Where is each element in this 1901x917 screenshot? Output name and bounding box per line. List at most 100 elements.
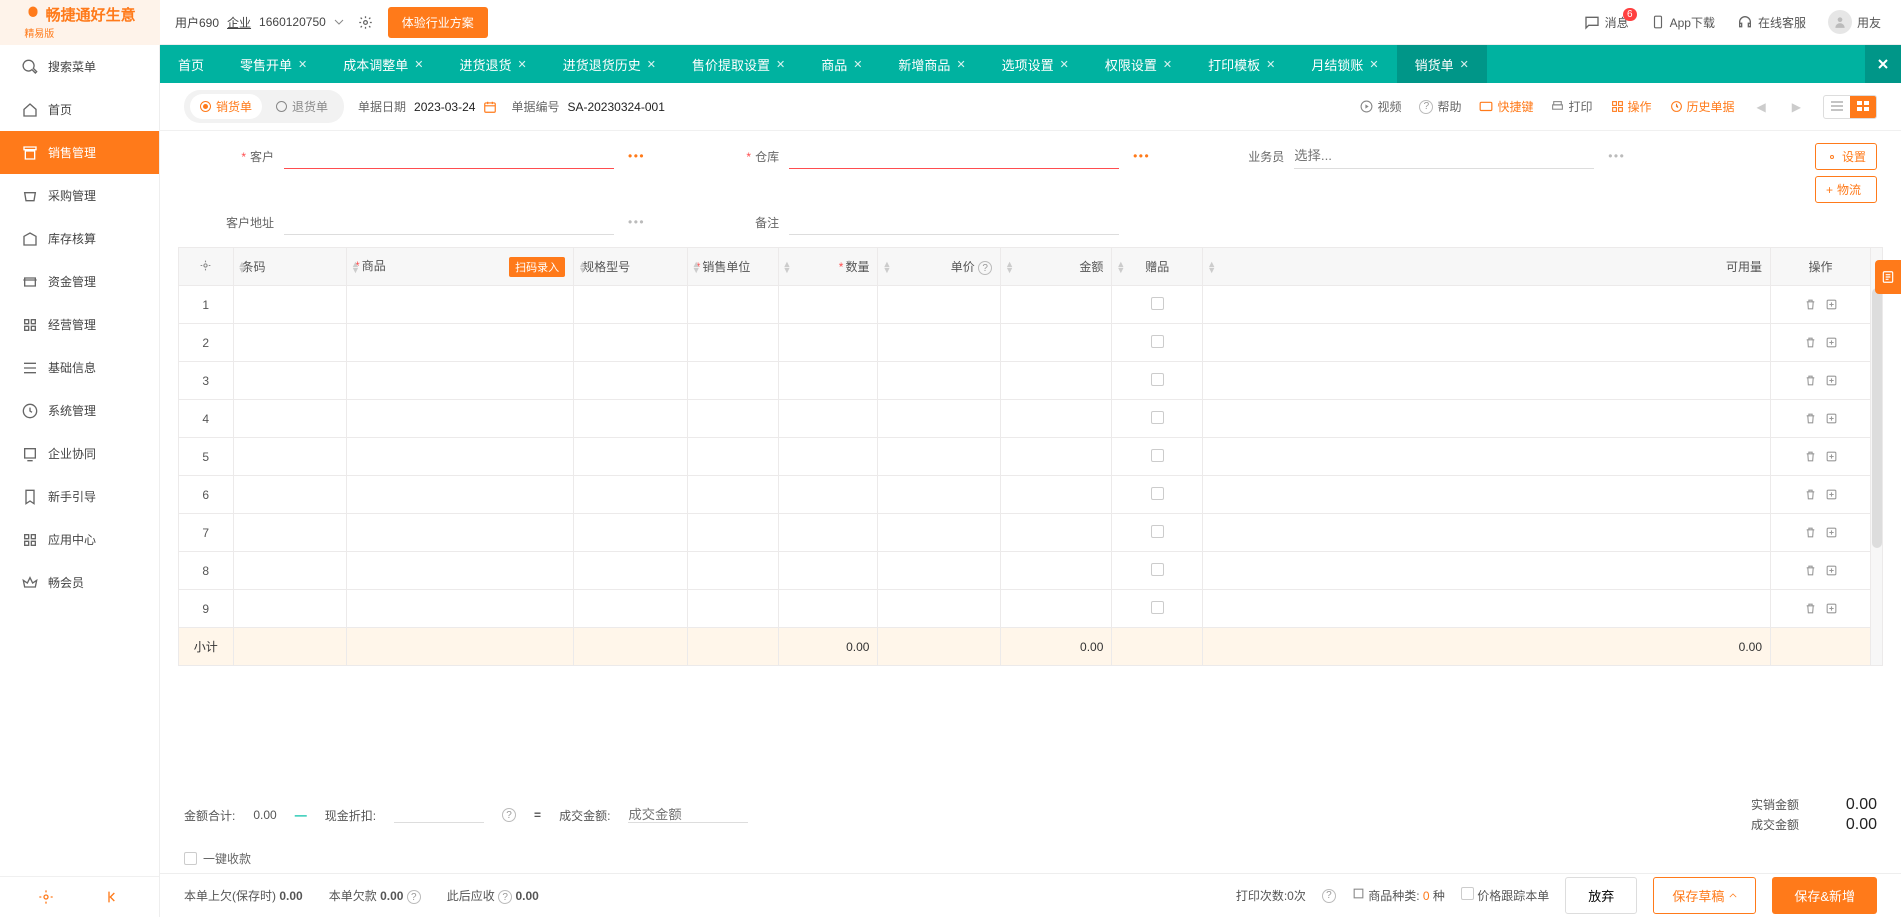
cell-spec[interactable] <box>574 438 688 476</box>
delete-row-icon[interactable] <box>1804 526 1817 539</box>
cell-unit[interactable] <box>687 286 778 324</box>
table-row[interactable]: 1 <box>179 286 1871 324</box>
sidebar-item-vip[interactable]: 畅会员 <box>0 561 159 604</box>
support-link[interactable]: 在线客服 <box>1737 14 1806 31</box>
cell-product[interactable] <box>347 514 574 552</box>
sidebar-item-collab[interactable]: 企业协同 <box>0 432 159 475</box>
float-feedback-button[interactable] <box>1875 260 1901 294</box>
grid-scrollbar[interactable] <box>1872 288 1882 548</box>
cell-unit[interactable] <box>687 438 778 476</box>
address-picker-icon[interactable]: ••• <box>624 215 649 229</box>
customer-picker-icon[interactable]: ••• <box>624 149 649 163</box>
cell-barcode[interactable] <box>233 514 347 552</box>
close-all-tabs-button[interactable] <box>1865 45 1901 83</box>
cell-gift[interactable] <box>1112 400 1203 438</box>
collapse-sidebar-icon[interactable] <box>105 889 121 905</box>
delete-row-icon[interactable] <box>1804 488 1817 501</box>
col-gift[interactable]: ▲▼赠品 <box>1112 248 1203 286</box>
sidebar-item-search[interactable]: 搜索菜单 <box>0 45 159 88</box>
tab-进货退货[interactable]: 进货退货✕ <box>441 45 544 83</box>
gift-checkbox[interactable] <box>1151 487 1164 500</box>
cell-qty[interactable] <box>778 362 878 400</box>
doc-date-value[interactable]: 2023-03-24 <box>414 100 475 114</box>
tab-新增商品[interactable]: 新增商品✕ <box>880 45 983 83</box>
logistics-button[interactable]: +物流 <box>1815 176 1877 203</box>
tab-权限设置[interactable]: 权限设置✕ <box>1087 45 1190 83</box>
cell-unit[interactable] <box>687 552 778 590</box>
cell-amount[interactable] <box>1001 476 1112 514</box>
insert-row-icon[interactable] <box>1825 602 1838 615</box>
cell-unit[interactable] <box>687 362 778 400</box>
cell-price[interactable] <box>878 362 1001 400</box>
discount-help-icon[interactable]: ? <box>502 808 516 822</box>
col-product[interactable]: ▲▼商品扫码录入 <box>347 248 574 286</box>
cell-barcode[interactable] <box>233 590 347 628</box>
table-row[interactable]: 3 <box>179 362 1871 400</box>
sidebar-item-biz[interactable]: 经营管理 <box>0 303 159 346</box>
gift-checkbox[interactable] <box>1151 563 1164 576</box>
cell-amount[interactable] <box>1001 362 1112 400</box>
sidebar-item-home[interactable]: 首页 <box>0 88 159 131</box>
cell-price[interactable] <box>878 324 1001 362</box>
col-qty[interactable]: ▲▼数量 <box>778 248 878 286</box>
col-unit[interactable]: ▲▼销售单位 <box>687 248 778 286</box>
cell-barcode[interactable] <box>233 324 347 362</box>
cell-gift[interactable] <box>1112 286 1203 324</box>
cell-qty[interactable] <box>778 400 878 438</box>
tab-首页[interactable]: 首页 <box>160 45 222 83</box>
delete-row-icon[interactable] <box>1804 450 1817 463</box>
cell-gift[interactable] <box>1112 476 1203 514</box>
sidebar-item-purchase[interactable]: 采购管理 <box>0 174 159 217</box>
tab-选项设置[interactable]: 选项设置✕ <box>984 45 1087 83</box>
cell-amount[interactable] <box>1001 324 1112 362</box>
scan-entry-button[interactable]: 扫码录入 <box>509 257 565 277</box>
tab-零售开单[interactable]: 零售开单✕ <box>222 45 325 83</box>
tab-商品[interactable]: 商品✕ <box>803 45 880 83</box>
delete-row-icon[interactable] <box>1804 602 1817 615</box>
cell-unit[interactable] <box>687 476 778 514</box>
cell-price[interactable] <box>878 476 1001 514</box>
cell-gift[interactable] <box>1112 552 1203 590</box>
tab-close-icon[interactable]: ✕ <box>414 58 423 71</box>
table-row[interactable]: 4 <box>179 400 1871 438</box>
onekey-receipt-checkbox[interactable] <box>184 852 197 865</box>
cell-amount[interactable] <box>1001 552 1112 590</box>
cell-qty[interactable] <box>778 590 878 628</box>
tenant-selector[interactable]: 用户690企业1660120750 <box>175 14 344 31</box>
cell-amount[interactable] <box>1001 286 1112 324</box>
video-link[interactable]: 视频 <box>1360 98 1401 115</box>
sidebar-item-apps[interactable]: 应用中心 <box>0 518 159 561</box>
tab-close-icon[interactable]: ✕ <box>647 58 656 71</box>
delete-row-icon[interactable] <box>1804 374 1817 387</box>
warehouse-input[interactable] <box>789 143 1119 169</box>
cell-barcode[interactable] <box>233 286 347 324</box>
tab-close-icon[interactable]: ✕ <box>1266 58 1275 71</box>
note-input[interactable] <box>789 209 1119 235</box>
sidebar-item-guide[interactable]: 新手引导 <box>0 475 159 518</box>
insert-row-icon[interactable] <box>1825 450 1838 463</box>
cell-barcode[interactable] <box>233 438 347 476</box>
cell-qty[interactable] <box>778 476 878 514</box>
cell-qty[interactable] <box>778 514 878 552</box>
cell-unit[interactable] <box>687 324 778 362</box>
shortcut-link[interactable]: 快捷键 <box>1479 98 1533 115</box>
col-avail[interactable]: ▲▼可用量 <box>1203 248 1771 286</box>
cell-barcode[interactable] <box>233 400 347 438</box>
cell-product[interactable] <box>347 362 574 400</box>
cell-spec[interactable] <box>574 286 688 324</box>
table-row[interactable]: 6 <box>179 476 1871 514</box>
col-spec[interactable]: ▲▼规格型号 <box>574 248 688 286</box>
discard-button[interactable]: 放弃 <box>1565 877 1637 914</box>
cell-gift[interactable] <box>1112 438 1203 476</box>
table-row[interactable]: 5 <box>179 438 1871 476</box>
cell-spec[interactable] <box>574 362 688 400</box>
table-row[interactable]: 7 <box>179 514 1871 552</box>
tab-进货退货历史[interactable]: 进货退货历史✕ <box>545 45 674 83</box>
save-and-new-button[interactable]: 保存&新增 <box>1772 877 1877 914</box>
gift-checkbox[interactable] <box>1151 411 1164 424</box>
settings-icon[interactable] <box>358 15 373 30</box>
insert-row-icon[interactable] <box>1825 564 1838 577</box>
cell-barcode[interactable] <box>233 362 347 400</box>
cell-amount[interactable] <box>1001 400 1112 438</box>
cell-barcode[interactable] <box>233 476 347 514</box>
